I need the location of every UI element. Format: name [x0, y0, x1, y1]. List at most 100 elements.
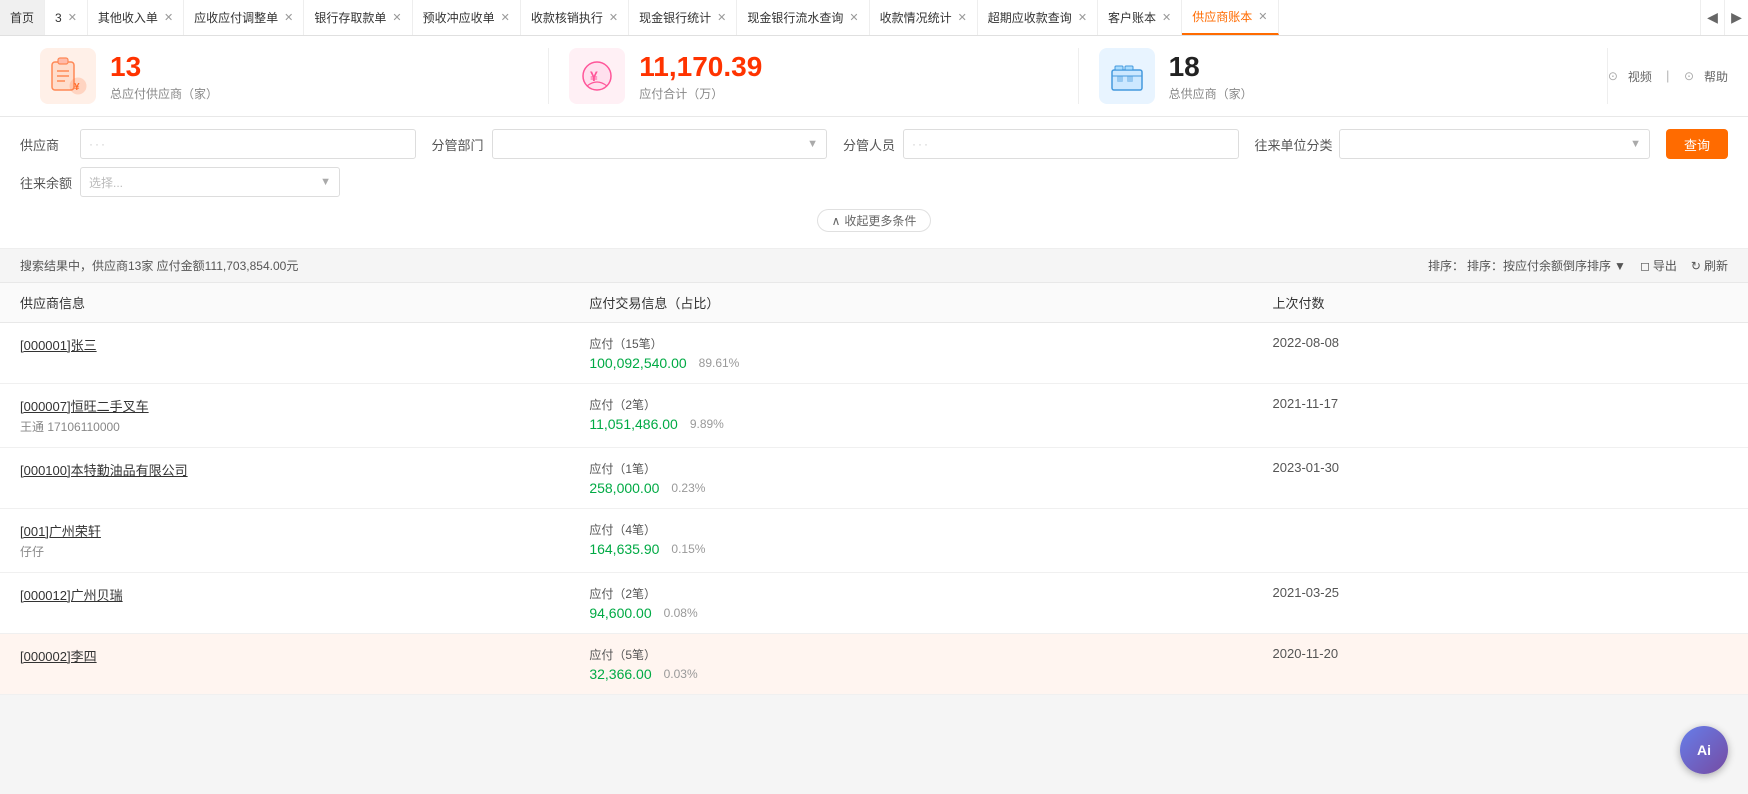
table-row[interactable]: [001]广州荣轩 仔仔 应付（4笔） 164,635.90 0.15%: [0, 509, 1748, 573]
nav-cash-flow[interactable]: 现金银行流水查询 ✕: [737, 0, 869, 35]
export-icon: ◻: [1640, 259, 1650, 273]
payable-amount-2[interactable]: 258,000.00: [589, 480, 659, 496]
table-row[interactable]: [000100]本特勤油品有限公司 应付（1笔） 258,000.00 0.23…: [0, 448, 1748, 509]
supplier-link-2[interactable]: [000100]本特勤油品有限公司: [20, 460, 589, 479]
close-customer-book-icon[interactable]: ✕: [1162, 11, 1171, 24]
sort-button[interactable]: 排序： 排序：按应付余额倒序排序 ▼: [1428, 257, 1626, 274]
nav-overdue-recv[interactable]: 超期应收款查询 ✕: [978, 0, 1098, 35]
supplier-link-0[interactable]: [000001]张三: [20, 335, 589, 354]
table-row[interactable]: [000007]恒旺二手叉车 王通 17106110000 应付（2笔） 11,…: [0, 384, 1748, 448]
nav-home[interactable]: 首页: [0, 0, 45, 35]
close-supplier-book-icon[interactable]: ✕: [1258, 10, 1267, 23]
close-cash-flow-icon[interactable]: ✕: [849, 11, 858, 24]
close-advance-recv-icon[interactable]: ✕: [501, 11, 510, 24]
table-row[interactable]: [000001]张三 应付（15笔） 100,092,540.00 89.61%…: [0, 323, 1748, 384]
last-pay-date-4: 2021-03-25: [1273, 585, 1340, 600]
payable-col-4: 应付（2笔） 94,600.00 0.08%: [589, 585, 1272, 621]
circle-icon: ⊙: [1608, 69, 1618, 83]
refresh-button[interactable]: ↻ 刷新: [1691, 257, 1728, 274]
nav-recv-stat[interactable]: 收款情况统计 ✕: [870, 0, 978, 35]
payable-tag-2: 应付（1笔）: [589, 460, 1272, 477]
payable-col-0: 应付（15笔） 100,092,540.00 89.61%: [589, 335, 1272, 371]
lastpay-col-1: 2021-11-17: [1273, 396, 1728, 411]
close-tab3-icon[interactable]: ✕: [68, 11, 77, 24]
ai-assistant-button[interactable]: Ai: [1680, 726, 1728, 774]
nav-adjust[interactable]: 应收应付调整单 ✕: [184, 0, 304, 35]
filter-dept: 分管部门 ▼: [432, 129, 828, 159]
close-adjust-icon[interactable]: ✕: [284, 11, 293, 24]
balance-select[interactable]: 选择... ▼: [80, 167, 340, 197]
nav-tab3[interactable]: 3 ✕: [45, 0, 88, 35]
summary-card-payable-suppliers: ¥ 13 总应付供应商（家）: [20, 48, 549, 104]
dept-select[interactable]: ▼: [492, 129, 828, 159]
payable-amount-0[interactable]: 100,092,540.00: [589, 355, 686, 371]
refresh-icon: ↻: [1691, 259, 1701, 273]
nav-supplier-book[interactable]: 供应商账本 ✕: [1182, 0, 1278, 35]
payable-amount-4[interactable]: 94,600.00: [589, 605, 651, 621]
supplier-col-4: [000012]广州贝瑞: [20, 585, 589, 604]
nav-prev-button[interactable]: ◀: [1700, 0, 1724, 36]
supplier-sub-3: 仔仔: [20, 543, 589, 560]
nav-next-button[interactable]: ▶: [1724, 0, 1748, 36]
circle-icon2: ⊙: [1684, 69, 1694, 83]
payable-amount-5[interactable]: 32,366.00: [589, 666, 651, 682]
result-text: 搜索结果中，供应商13家 应付金额111,703,854.00元: [20, 257, 298, 274]
payable-suppliers-icon: ¥: [40, 48, 96, 104]
close-overdue-recv-icon[interactable]: ✕: [1078, 11, 1087, 24]
payable-tag-0: 应付（15笔）: [589, 335, 1272, 352]
close-other-income-icon[interactable]: ✕: [164, 11, 173, 24]
person-input[interactable]: ···: [903, 129, 1239, 159]
supplier-link-4[interactable]: [000012]广州贝瑞: [20, 585, 589, 604]
total-suppliers-label: 总供应商（家）: [1169, 85, 1253, 102]
close-cash-stat-icon[interactable]: ✕: [717, 11, 726, 24]
payable-col-3: 应付（4笔） 164,635.90 0.15%: [589, 521, 1272, 557]
filter-row-2: 往来余额 选择... ▼: [20, 167, 1728, 197]
payable-tag-4: 应付（2笔）: [589, 585, 1272, 602]
supplier-link-5[interactable]: [000002]李四: [20, 646, 589, 665]
help-link[interactable]: 帮助: [1704, 68, 1728, 85]
category-select[interactable]: ▼: [1339, 129, 1650, 159]
nav-customer-book[interactable]: 客户账本 ✕: [1098, 0, 1182, 35]
supplier-link-1[interactable]: [000007]恒旺二手叉车: [20, 396, 589, 415]
lastpay-col-0: 2022-08-08: [1273, 335, 1728, 350]
chevron-up-icon: ∧: [832, 214, 841, 228]
svg-text:¥: ¥: [74, 82, 80, 93]
category-chevron-icon: ▼: [1630, 138, 1641, 150]
last-pay-date-5: 2020-11-20: [1273, 646, 1339, 661]
col-header-lastpay: 上次付数: [1273, 293, 1728, 312]
payable-amount-1[interactable]: 11,051,486.00: [589, 416, 678, 432]
payable-pct-4: 0.08%: [664, 606, 698, 620]
summary-card3-info: 18 总供应商（家）: [1169, 50, 1253, 103]
sort-chevron-icon: ▼: [1614, 259, 1626, 273]
result-bar: 搜索结果中，供应商13家 应付金额111,703,854.00元 排序： 排序：…: [0, 249, 1748, 283]
nav-arrows: ◀ ▶: [1700, 0, 1748, 36]
supplier-table: 供应商信息 应付交易信息（占比） 上次付数 [000001]张三 应付（15笔）…: [0, 283, 1748, 695]
filter-supplier: 供应商 ···: [20, 129, 416, 159]
lastpay-col-5: 2020-11-20: [1273, 646, 1728, 661]
export-button[interactable]: ◻ 导出: [1640, 257, 1677, 274]
video-link[interactable]: 视频: [1628, 68, 1652, 85]
supplier-label: 供应商: [20, 135, 74, 154]
payable-amount-3[interactable]: 164,635.90: [589, 541, 659, 557]
supplier-link-3[interactable]: [001]广州荣轩: [20, 521, 589, 540]
supplier-input[interactable]: ···: [80, 129, 416, 159]
close-bank-deposit-icon[interactable]: ✕: [392, 11, 401, 24]
close-recv-exec-icon[interactable]: ✕: [609, 11, 618, 24]
payable-col-2: 应付（1笔） 258,000.00 0.23%: [589, 460, 1272, 496]
nav-other-income[interactable]: 其他收入单 ✕: [88, 0, 184, 35]
nav-cash-stat[interactable]: 现金银行统计 ✕: [629, 0, 737, 35]
filter-person: 分管人员 ···: [843, 129, 1239, 159]
table-row[interactable]: [000012]广州贝瑞 应付（2笔） 94,600.00 0.08% 2021…: [0, 573, 1748, 634]
nav-bank-deposit[interactable]: 银行存取款单 ✕: [304, 0, 412, 35]
table-row[interactable]: [000002]李四 应付（5笔） 32,366.00 0.03% 2020-1…: [0, 634, 1748, 695]
nav-recv-exec[interactable]: 收款核销执行 ✕: [521, 0, 629, 35]
collapse-button[interactable]: ∧ 收起更多条件: [817, 209, 932, 232]
supplier-col-0: [000001]张三: [20, 335, 589, 354]
payable-col-1: 应付（2笔） 11,051,486.00 9.89%: [589, 396, 1272, 432]
col-header-supplier: 供应商信息: [20, 293, 589, 312]
search-button[interactable]: 查询: [1666, 129, 1728, 159]
payable-pct-1: 9.89%: [690, 417, 724, 431]
nav-advance-recv[interactable]: 预收冲应收单 ✕: [413, 0, 521, 35]
close-recv-stat-icon[interactable]: ✕: [958, 11, 967, 24]
summary-bar: ¥ 13 总应付供应商（家） ¥ 11,170.39 应付合计（万）: [0, 36, 1748, 117]
